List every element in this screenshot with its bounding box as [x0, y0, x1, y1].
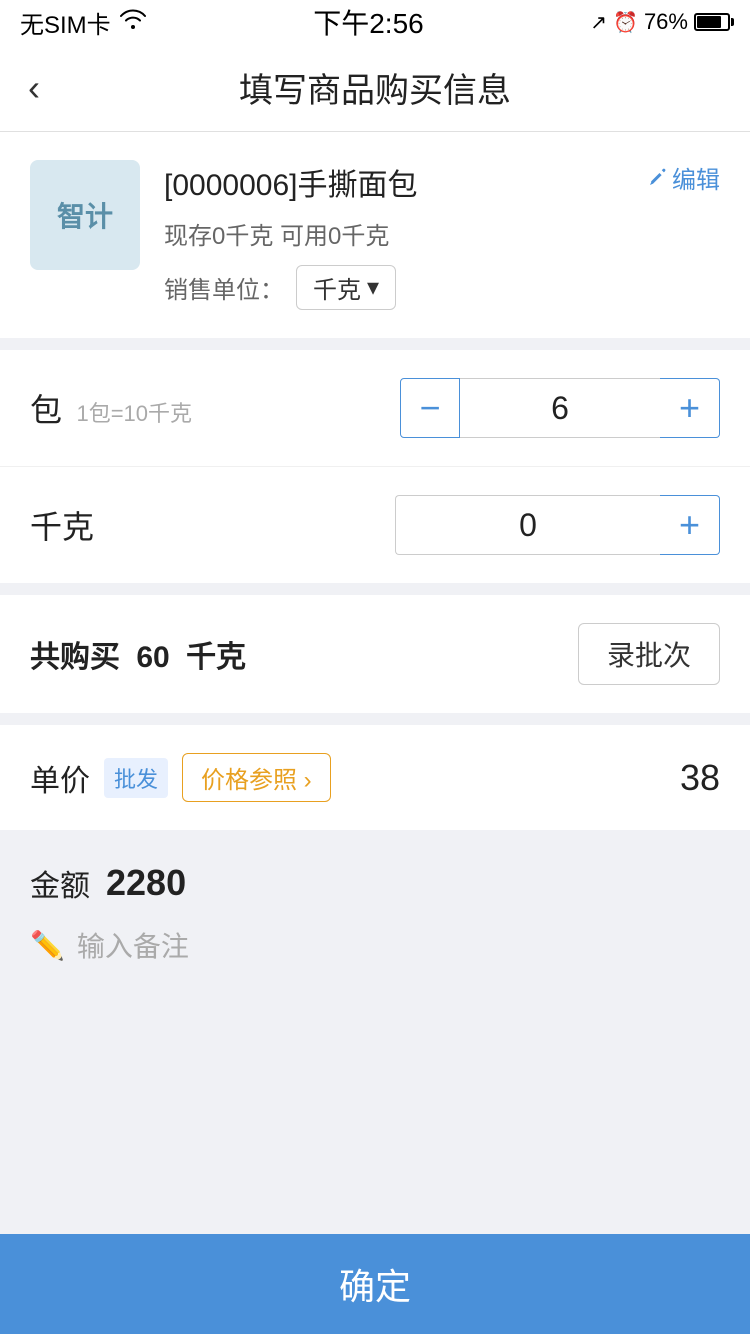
battery-icon — [694, 13, 730, 31]
location-icon: ↗ — [590, 10, 607, 35]
nav-bar: ‹ 填写商品购买信息 — [0, 44, 750, 132]
product-image: 智计 — [30, 160, 140, 270]
qty-controls-kg: + — [395, 495, 720, 555]
status-right: ↗ ⏰ 76% — [590, 9, 730, 35]
summary-section: 共购买 60 千克 录批次 — [0, 595, 750, 713]
product-name: [0000006]手撕面包 — [164, 160, 417, 204]
quantity-row-kg: 千克 + — [0, 467, 750, 583]
edit-button[interactable]: 编辑 — [648, 160, 720, 195]
product-info: [0000006]手撕面包 编辑 现存0千克 可用0千克 销售单位： 千克 ▾ — [164, 160, 720, 310]
price-value: 38 — [680, 757, 720, 799]
qty-input-kg[interactable] — [395, 495, 660, 555]
battery-percent: 76% — [644, 9, 688, 35]
qty-controls-bao: − + — [400, 378, 720, 438]
price-label-group: 单价 批发 价格参照 › — [30, 753, 331, 802]
quantity-row-bao: 包 1包=10千克 − + — [0, 350, 750, 467]
product-unit-row: 销售单位： 千克 ▾ — [164, 265, 720, 310]
chevron-down-icon: ▾ — [367, 273, 379, 302]
amount-section: 金额 2280 ✏️ 输入备注 — [0, 831, 750, 995]
decrement-bao-button[interactable]: − — [400, 378, 460, 438]
product-name-row: [0000006]手撕面包 编辑 — [164, 160, 720, 204]
status-bar: 无SIM卡 下午2:56 ↗ ⏰ 76% — [0, 0, 750, 44]
qty-label-kg: 千克 — [30, 502, 94, 548]
quantity-section: 包 1包=10千克 − + 千克 + — [0, 350, 750, 583]
back-button[interactable]: ‹ — [28, 67, 40, 109]
wifi-icon — [119, 8, 147, 36]
status-time: 下午2:56 — [313, 2, 424, 42]
alarm-icon: ⏰ — [613, 10, 638, 35]
amount-value: 2280 — [106, 862, 186, 904]
batch-button[interactable]: 录批次 — [578, 623, 720, 685]
product-card: 智计 [0000006]手撕面包 编辑 现存0千克 可用0千克 销售单位： 千克… — [0, 132, 750, 338]
increment-kg-button[interactable]: + — [660, 495, 720, 555]
price-ref-button[interactable]: 价格参照 › — [182, 753, 331, 802]
price-label: 单价 — [30, 756, 90, 800]
product-stock: 现存0千克 可用0千克 — [164, 216, 720, 251]
confirm-button[interactable]: 确定 — [0, 1234, 750, 1334]
amount-row: 金额 2280 — [0, 831, 750, 915]
qty-label-bao: 包 1包=10千克 — [30, 385, 192, 431]
price-row: 单价 批发 价格参照 › 38 — [0, 725, 750, 830]
batch-tag: 批发 — [104, 758, 168, 798]
pencil-icon: ✏️ — [30, 929, 65, 962]
page-title: 填写商品购买信息 — [239, 63, 511, 112]
status-left: 无SIM卡 — [20, 5, 147, 40]
summary-text: 共购买 60 千克 — [30, 632, 246, 676]
unit-select[interactable]: 千克 ▾ — [296, 265, 396, 310]
note-input-placeholder[interactable]: 输入备注 — [77, 925, 189, 965]
carrier-text: 无SIM卡 — [20, 5, 111, 40]
note-row[interactable]: ✏️ 输入备注 — [0, 915, 750, 995]
increment-bao-button[interactable]: + — [660, 378, 720, 438]
product-logo: 智计 — [57, 195, 113, 235]
amount-label: 金额 — [30, 861, 90, 905]
empty-area — [0, 995, 750, 1275]
unit-label: 销售单位： — [164, 270, 284, 305]
qty-input-bao[interactable] — [460, 378, 660, 438]
